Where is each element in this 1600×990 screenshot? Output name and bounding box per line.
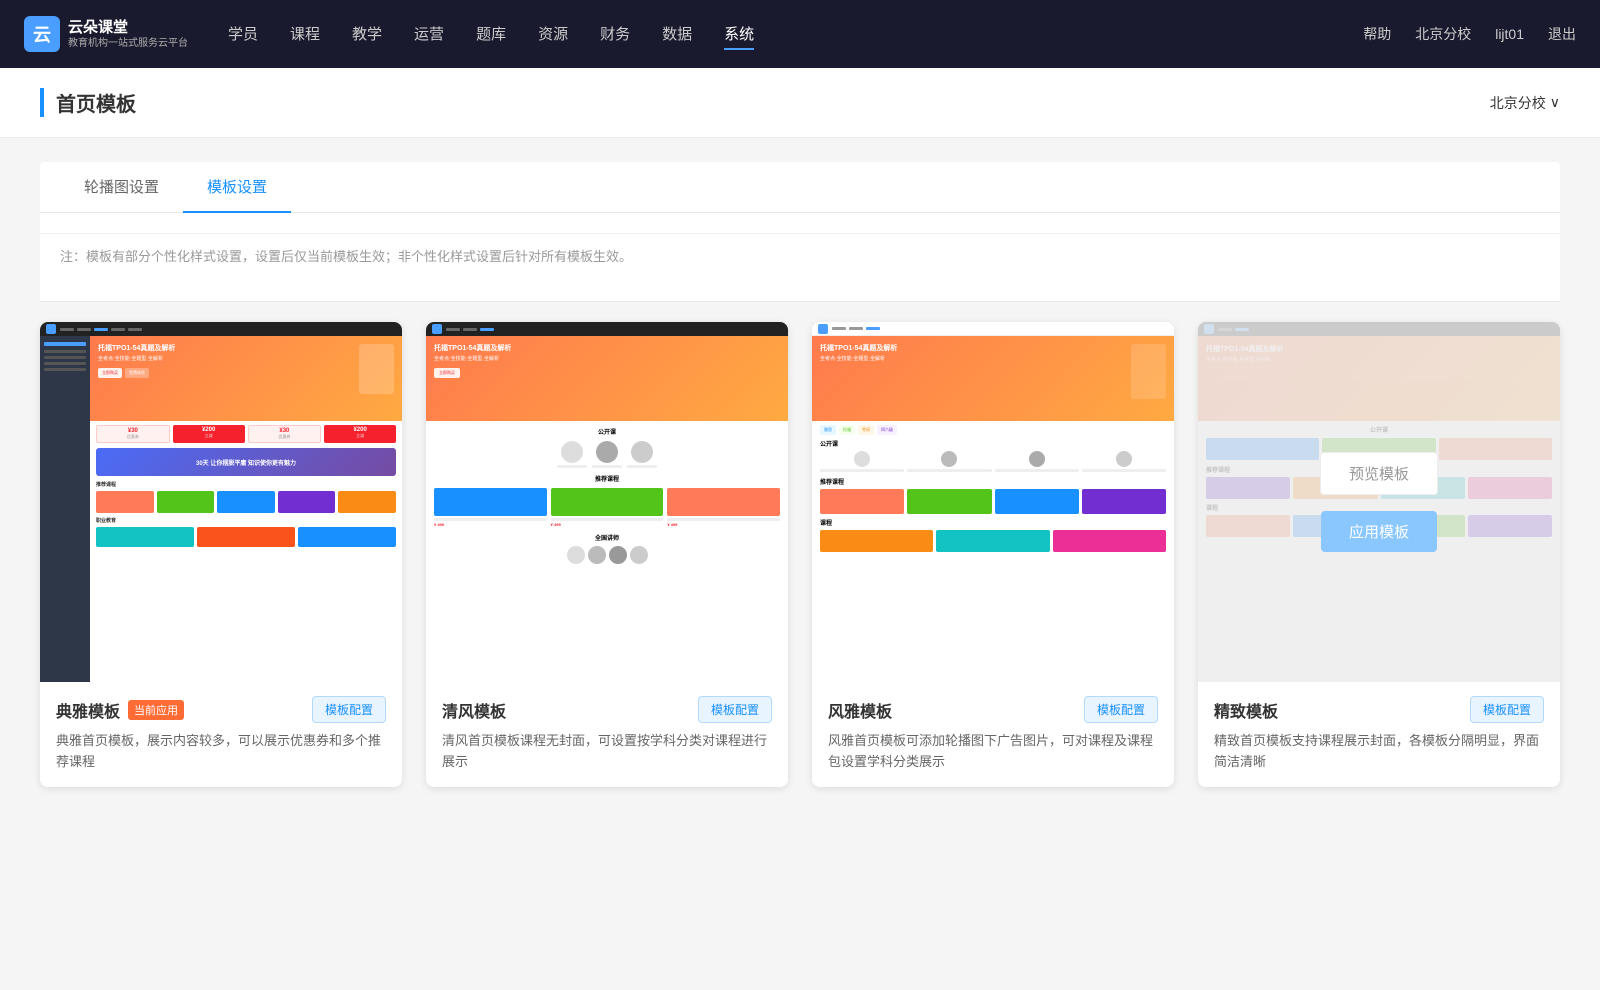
template-name-row-2: 清风模板 模板配置 (442, 696, 772, 723)
template-footer-1: 典雅模板 当前应用 模板配置 典雅首页模板，展示内容较多，可以展示优惠券和多个推… (40, 682, 402, 787)
nav-menu: 学员 课程 教学 运营 题库 资源 财务 数据 系统 (228, 19, 1363, 50)
template-desc-2: 清风首页模板课程无封面，可设置按学科分类对课程进行展示 (442, 731, 772, 773)
branch-selector[interactable]: 北京分校 ∨ (1490, 93, 1560, 113)
template-name-left-3: 风雅模板 (828, 698, 892, 722)
template-desc-1: 典雅首页模板，展示内容较多，可以展示优惠券和多个推荐课程 (56, 731, 386, 773)
content-area: 轮播图设置 模板设置 注：模板有部分个性化样式设置，设置后仅当前模板生效；非个性… (0, 138, 1600, 811)
template-name-2: 清风模板 (442, 698, 506, 722)
page-header: 首页模板 北京分校 ∨ (0, 68, 1600, 138)
nav-right: 帮助 北京分校 lijt01 退出 (1363, 24, 1576, 44)
nav-item-operations[interactable]: 运营 (414, 19, 444, 50)
logo-text: 云朵课堂 教育机构一站式服务云平台 (68, 18, 188, 51)
template-name-row-3: 风雅模板 模板配置 (828, 696, 1158, 723)
logo-icon: 云 (24, 16, 60, 52)
template-preview-1: 托福TPO1-54真题及解析全考点·全技能·全题型·全解析 立即购买 免费体验 (40, 322, 402, 682)
template-preview-4: 托福TPO1-54真题及解析 全考点·全技能·全题型·全解析 公开课 推荐课程 (1198, 322, 1560, 682)
logout-link[interactable]: 退出 (1548, 24, 1576, 44)
nav-item-data[interactable]: 数据 (662, 19, 692, 50)
page-title: 首页模板 (40, 88, 136, 117)
template-overlay-4: 预览模板 应用模板 (1198, 322, 1560, 682)
help-link[interactable]: 帮助 (1363, 24, 1391, 44)
chevron-down-icon: ∨ (1550, 94, 1560, 111)
template-name-row-4: 精致模板 模板配置 (1214, 696, 1544, 723)
template-name-left-2: 清风模板 (442, 698, 506, 722)
template-preview-2: 托福TPO1-54真题及解析全考点·全技能·全题型·全解析 立即购买 公开课 (426, 322, 788, 682)
branch-link[interactable]: 北京分校 (1415, 24, 1471, 44)
note-text: 注：模板有部分个性化样式设置，设置后仅当前模板生效；非个性化样式设置后针对所有模… (40, 233, 1560, 277)
logo: 云 云朵课堂 教育机构一站式服务云平台 (24, 16, 188, 52)
config-button-1[interactable]: 模板配置 (312, 696, 386, 723)
template-footer-2: 清风模板 模板配置 清风首页模板课程无封面，可设置按学科分类对课程进行展示 (426, 682, 788, 787)
template-desc-3: 风雅首页模板可添加轮播图下广告图片，可对课程及课程包设置学科分类展示 (828, 731, 1158, 773)
template-card-dianYa: 托福TPO1-54真题及解析全考点·全技能·全题型·全解析 立即购买 免费体验 (40, 322, 402, 787)
nav-item-students[interactable]: 学员 (228, 19, 258, 50)
tab-carousel[interactable]: 轮播图设置 (60, 162, 183, 213)
template-name-4: 精致模板 (1214, 698, 1278, 722)
config-button-2[interactable]: 模板配置 (698, 696, 772, 723)
tab-template[interactable]: 模板设置 (183, 162, 291, 213)
template-grid: 托福TPO1-54真题及解析全考点·全技能·全题型·全解析 立即购买 免费体验 (40, 322, 1560, 787)
config-button-4[interactable]: 模板配置 (1470, 696, 1544, 723)
nav-item-questions[interactable]: 题库 (476, 19, 506, 50)
template-name-row-1: 典雅模板 当前应用 模板配置 (56, 696, 386, 723)
template-name-left-1: 典雅模板 当前应用 (56, 698, 184, 722)
nav-item-system[interactable]: 系统 (724, 19, 754, 50)
template-name-1: 典雅模板 (56, 698, 120, 722)
template-name-3: 风雅模板 (828, 698, 892, 722)
navbar: 云 云朵课堂 教育机构一站式服务云平台 学员 课程 教学 运营 题库 资源 财务… (0, 0, 1600, 68)
nav-item-teaching[interactable]: 教学 (352, 19, 382, 50)
template-desc-4: 精致首页模板支持课程展示封面，各模板分隔明显，界面简洁清晰 (1214, 731, 1544, 773)
preview-template-button-4[interactable]: 预览模板 (1320, 452, 1438, 495)
user-menu[interactable]: lijt01 (1495, 26, 1524, 42)
config-button-3[interactable]: 模板配置 (1084, 696, 1158, 723)
apply-template-button-4[interactable]: 应用模板 (1321, 511, 1437, 552)
nav-item-finance[interactable]: 财务 (600, 19, 630, 50)
nav-item-courses[interactable]: 课程 (290, 19, 320, 50)
template-card-fengYa: 托福TPO1-54真题及解析全考点·全技能·全题型·全解析 雅思 托福 考研 四… (812, 322, 1174, 787)
badge-current-1: 当前应用 (128, 700, 184, 720)
tab-bar: 轮播图设置 模板设置 (40, 162, 1560, 213)
template-card-jingZhi: 托福TPO1-54真题及解析 全考点·全技能·全题型·全解析 公开课 推荐课程 (1198, 322, 1560, 787)
template-footer-3: 风雅模板 模板配置 风雅首页模板可添加轮播图下广告图片，可对课程及课程包设置学科… (812, 682, 1174, 787)
nav-item-resources[interactable]: 资源 (538, 19, 568, 50)
template-footer-4: 精致模板 模板配置 精致首页模板支持课程展示封面，各模板分隔明显，界面简洁清晰 (1198, 682, 1560, 787)
template-card-qingFeng: 托福TPO1-54真题及解析全考点·全技能·全题型·全解析 立即购买 公开课 (426, 322, 788, 787)
template-preview-3: 托福TPO1-54真题及解析全考点·全技能·全题型·全解析 雅思 托福 考研 四… (812, 322, 1174, 682)
template-name-left-4: 精致模板 (1214, 698, 1278, 722)
